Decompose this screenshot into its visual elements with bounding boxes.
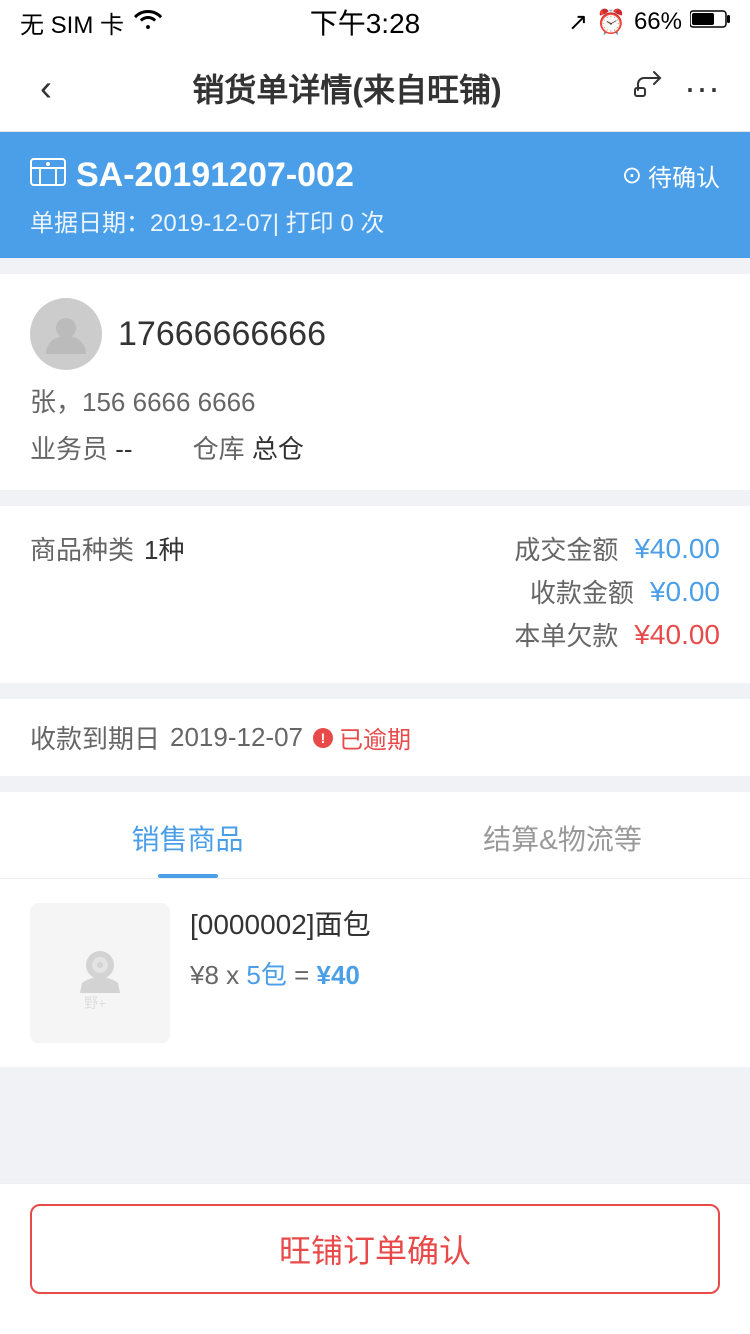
page-title: 销货单详情(来自旺铺): [192, 65, 501, 111]
wifi-icon: [134, 8, 162, 36]
header-card: SA-20191207-002 ⊙ 待确认 单据日期：2019-12-07| 打…: [0, 132, 750, 258]
avatar: [30, 298, 102, 370]
status-left: 无 SIM 卡: [20, 5, 162, 40]
order-inbox-icon: [30, 156, 66, 195]
nav-actions: ···: [632, 67, 720, 109]
alarm-icon: ⏰: [596, 8, 626, 37]
amount-info: 成交金额 ¥40.00 收款金额 ¥0.00 本单欠款 ¥40.00: [514, 530, 720, 659]
share-icon[interactable]: [632, 67, 664, 109]
overdue-badge: ! 已逾期: [313, 720, 411, 755]
summary-section: 商品种类 1种 成交金额 ¥40.00 收款金额 ¥0.00 本单欠款 ¥40.…: [0, 506, 750, 683]
overdue-text: 已逾期: [339, 720, 411, 755]
status-bar: 无 SIM 卡 下午3:28 ↗ ⏰ 66%: [0, 0, 750, 44]
order-status: ⊙ 待确认: [622, 158, 720, 193]
bottom-bar: 旺铺订单确认: [0, 1183, 750, 1334]
order-date: 单据日期：2019-12-07| 打印 0 次: [30, 203, 720, 238]
location-icon: ↗: [568, 8, 588, 37]
product-item: 野+ [0000002]面包 ¥8 x 5包 = ¥40: [30, 903, 720, 1043]
warehouse-info: 仓库 总仓: [193, 429, 304, 466]
received-amount-row: 收款金额 ¥0.00: [514, 573, 720, 610]
customer-name-detail: 张，156 6666 6666: [30, 382, 720, 419]
customer-meta: 业务员 -- 仓库 总仓: [30, 429, 720, 466]
due-label: 收款到期日: [30, 719, 160, 756]
sim-text: 无 SIM 卡: [20, 5, 124, 40]
product-quantity: 5包: [246, 960, 286, 990]
owed-amount-value: ¥40.00: [634, 619, 720, 651]
status-right: ↗ ⏰ 66%: [568, 8, 730, 37]
due-date-value: 2019-12-07: [170, 722, 303, 753]
deal-amount-row: 成交金额 ¥40.00: [514, 530, 720, 567]
tab-settlement[interactable]: 结算&物流等: [375, 792, 750, 878]
clock-icon: ⊙: [622, 161, 642, 190]
customer-section: 17666666666 张，156 6666 6666 业务员 -- 仓库 总仓: [0, 274, 750, 490]
product-type-info: 商品种类 1种: [30, 530, 184, 567]
received-amount-value: ¥0.00: [650, 576, 720, 608]
customer-row: 17666666666: [30, 298, 720, 370]
status-time: 下午3:28: [310, 2, 421, 42]
tab-section: 销售商品 结算&物流等 野+ [0000002]面包 ¥8: [0, 792, 750, 1067]
battery-text: 66%: [634, 8, 682, 36]
battery-icon: [690, 8, 730, 36]
confirm-button[interactable]: 旺铺订单确认: [30, 1204, 720, 1294]
deal-amount-value: ¥40.00: [634, 533, 720, 565]
product-thumbnail: 野+: [30, 903, 170, 1043]
order-number: SA-20191207-002: [30, 156, 354, 195]
summary-row: 商品种类 1种 成交金额 ¥40.00 收款金额 ¥0.00 本单欠款 ¥40.…: [30, 530, 720, 659]
product-price: ¥8 x 5包 = ¥40: [190, 955, 720, 992]
svg-text:野+: 野+: [84, 995, 106, 1011]
owed-amount-row: 本单欠款 ¥40.00: [514, 616, 720, 653]
overdue-icon: !: [313, 728, 333, 748]
back-button[interactable]: ‹: [30, 57, 62, 119]
due-date-section: 收款到期日 2019-12-07 ! 已逾期: [0, 699, 750, 776]
product-name: [0000002]面包: [190, 903, 720, 943]
tab-underline: [158, 874, 218, 878]
customer-phone: 17666666666: [118, 315, 326, 354]
product-info: [0000002]面包 ¥8 x 5包 = ¥40: [190, 903, 720, 992]
product-section: 野+ [0000002]面包 ¥8 x 5包 = ¥40: [0, 879, 750, 1067]
more-icon[interactable]: ···: [684, 67, 720, 109]
sales-info: 业务员 --: [30, 429, 133, 466]
product-total: ¥40: [317, 960, 360, 990]
nav-bar: ‹ 销货单详情(来自旺铺) ···: [0, 44, 750, 132]
tab-sales[interactable]: 销售商品: [0, 792, 375, 878]
tabs: 销售商品 结算&物流等: [0, 792, 750, 879]
